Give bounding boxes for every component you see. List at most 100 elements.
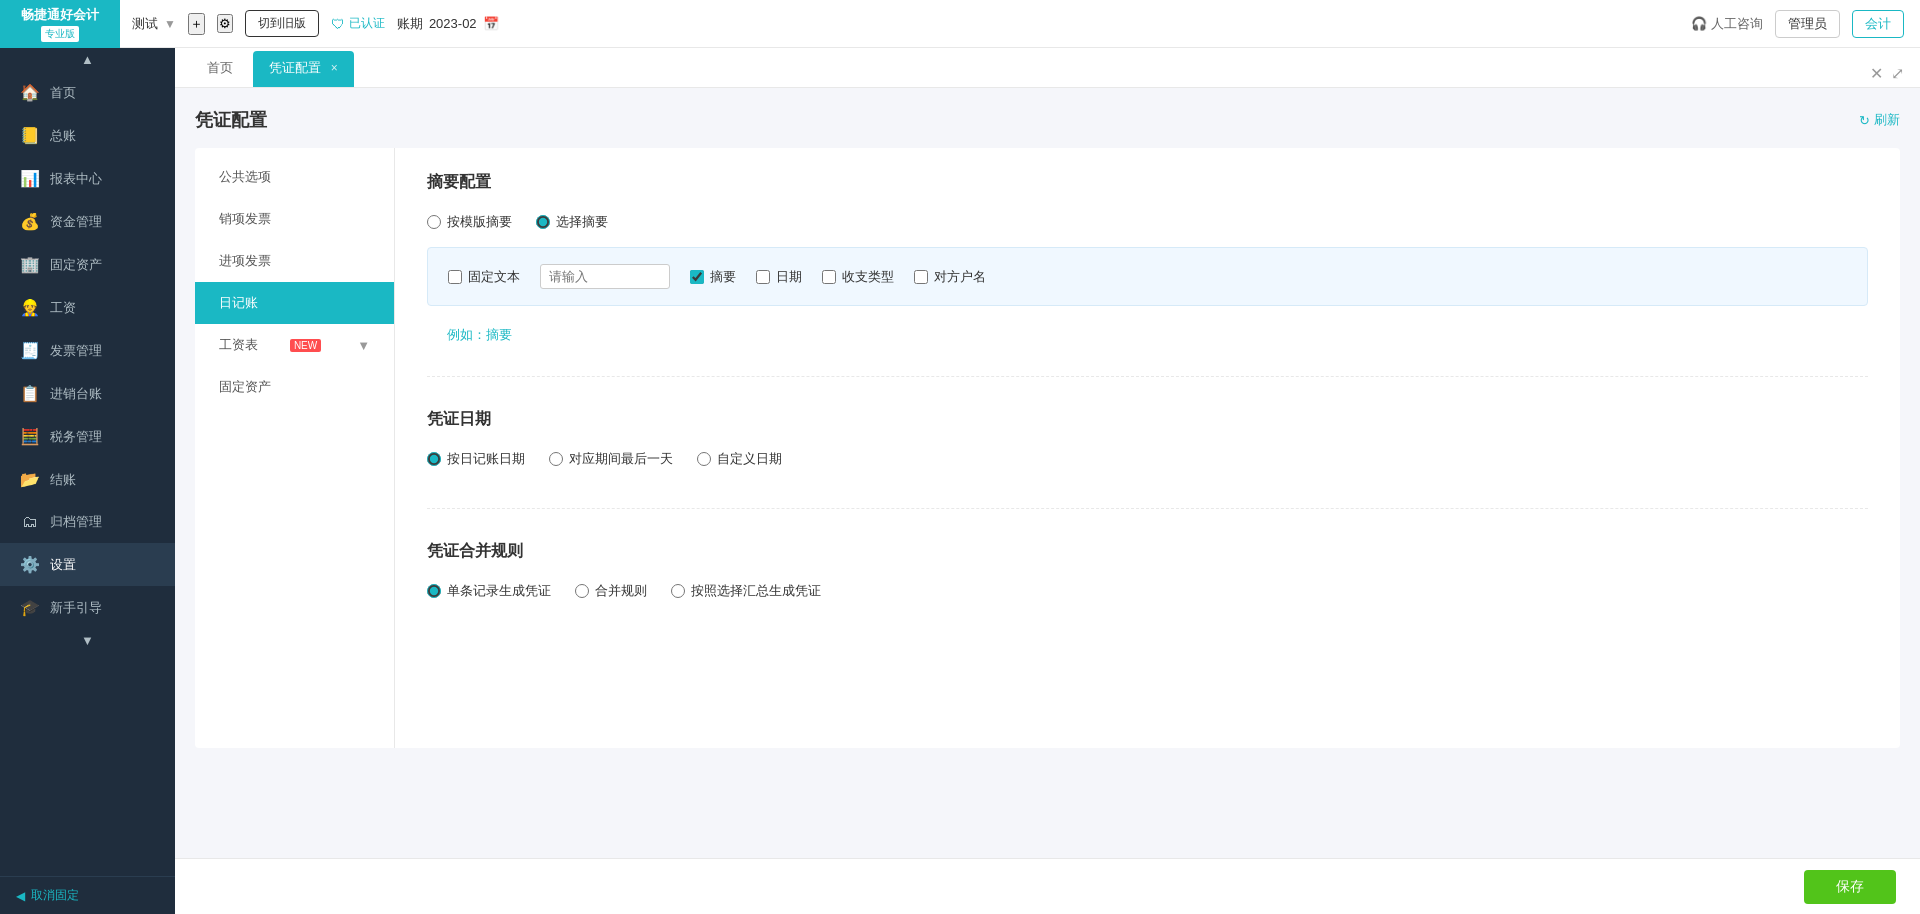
accountant-btn[interactable]: 会计 xyxy=(1852,10,1904,38)
tab-home[interactable]: 首页 xyxy=(191,51,249,87)
radio-single-voucher-input[interactable] xyxy=(427,584,441,598)
archive-icon: 🗂 xyxy=(20,513,40,531)
sidebar-item-archive[interactable]: 🗂 归档管理 xyxy=(0,501,175,543)
settings-sidebar-icon: ⚙️ xyxy=(20,555,40,574)
sidebar-label-home: 首页 xyxy=(50,84,76,102)
header-right: 🎧 人工咨询 管理员 会计 xyxy=(1691,10,1904,38)
sidebar-scroll-up[interactable]: ▲ xyxy=(0,48,175,71)
sidebar-item-home[interactable]: 🏠 首页 xyxy=(0,71,175,114)
sidebar-label-asset: 固定资产 xyxy=(50,256,102,274)
checkbox-summary[interactable]: 摘要 xyxy=(690,268,736,286)
sidebar-item-report[interactable]: 📊 报表中心 xyxy=(0,157,175,200)
radio-select-input[interactable] xyxy=(536,215,550,229)
switch-old-btn[interactable]: 切到旧版 xyxy=(245,10,319,37)
radio-period-last-label: 对应期间最后一天 xyxy=(569,450,673,468)
radio-by-select-merge-input[interactable] xyxy=(671,584,685,598)
radio-select-summary[interactable]: 选择摘要 xyxy=(536,213,608,231)
config-nav-payroll[interactable]: 工资表 NEW ▼ xyxy=(195,324,394,366)
sidebar-label-guide: 新手引导 xyxy=(50,599,102,617)
section-voucher-date-title: 凭证日期 xyxy=(427,409,1868,430)
sidebar-label-salary: 工资 xyxy=(50,299,76,317)
radio-custom-date-input[interactable] xyxy=(697,452,711,466)
summary-example: 例如：摘要 xyxy=(427,318,1868,352)
radio-by-select-merge[interactable]: 按照选择汇总生成凭证 xyxy=(671,582,821,600)
workspace-selector[interactable]: 测试 ▼ xyxy=(132,15,176,33)
sidebar-item-salary[interactable]: 👷 工资 xyxy=(0,286,175,329)
tab-voucher-config[interactable]: 凭证配置 × xyxy=(253,51,354,87)
checkbox-income-type[interactable]: 收支类型 xyxy=(822,268,894,286)
sidebar-item-closing[interactable]: 📂 结账 xyxy=(0,458,175,501)
tab-home-label: 首页 xyxy=(207,60,233,75)
radio-by-diary-input[interactable] xyxy=(427,452,441,466)
guide-icon: 🎓 xyxy=(20,598,40,617)
checkbox-counterpart-input[interactable] xyxy=(914,270,928,284)
settings-icon[interactable]: ⚙ xyxy=(217,14,233,33)
radio-template-input[interactable] xyxy=(427,215,441,229)
checkbox-date-input[interactable] xyxy=(756,270,770,284)
radio-merge-rule[interactable]: 合并规则 xyxy=(575,582,647,600)
asset-icon: 🏢 xyxy=(20,255,40,274)
checkbox-date[interactable]: 日期 xyxy=(756,268,802,286)
logo-title: 畅捷通好会计 xyxy=(21,6,99,24)
purchase-sales-icon: 📋 xyxy=(20,384,40,403)
tab-close-btn[interactable]: × xyxy=(331,61,338,75)
payroll-expand-icon[interactable]: ▼ xyxy=(357,338,370,353)
config-nav-fixed-asset[interactable]: 固定资产 xyxy=(195,366,394,408)
add-button[interactable]: ＋ xyxy=(188,13,205,35)
checkbox-summary-label: 摘要 xyxy=(710,268,736,286)
sidebar-item-ledger[interactable]: 📒 总账 xyxy=(0,114,175,157)
radio-template-summary[interactable]: 按模版摘要 xyxy=(427,213,512,231)
period-selector[interactable]: 账期 2023-02 📅 xyxy=(397,15,499,33)
radio-merge-rule-input[interactable] xyxy=(575,584,589,598)
sidebar-label-tax: 税务管理 xyxy=(50,428,102,446)
admin-btn[interactable]: 管理员 xyxy=(1775,10,1840,38)
refresh-btn[interactable]: ↻ 刷新 xyxy=(1859,111,1900,129)
sidebar-item-purchase-sales[interactable]: 📋 进销台账 xyxy=(0,372,175,415)
config-nav-diary[interactable]: 日记账 xyxy=(195,282,394,324)
radio-single-voucher-label: 单条记录生成凭证 xyxy=(447,582,551,600)
calendar-icon[interactable]: 📅 xyxy=(483,16,499,31)
config-nav-purchase-invoice[interactable]: 进项发票 xyxy=(195,240,394,282)
sidebar-item-tax[interactable]: 🧮 税务管理 xyxy=(0,415,175,458)
tab-expand-btn[interactable]: ⤢ xyxy=(1891,64,1904,83)
new-badge: NEW xyxy=(290,339,321,352)
sidebar-item-settings[interactable]: ⚙️ 设置 xyxy=(0,543,175,586)
tab-bar: 首页 凭证配置 × ✕ ⤢ xyxy=(175,48,1920,88)
voucher-date-radio-group: 按日记账日期 对应期间最后一天 自定义日期 xyxy=(427,450,1868,468)
period-label: 账期 xyxy=(397,15,423,33)
config-nav-public-label: 公共选项 xyxy=(219,169,271,184)
config-nav-public[interactable]: 公共选项 xyxy=(195,156,394,198)
consult-btn[interactable]: 🎧 人工咨询 xyxy=(1691,15,1763,33)
checkbox-summary-input[interactable] xyxy=(690,270,704,284)
sidebar-item-guide[interactable]: 🎓 新手引导 xyxy=(0,586,175,629)
headset-icon: 🎧 xyxy=(1691,16,1707,31)
radio-period-last[interactable]: 对应期间最后一天 xyxy=(549,450,673,468)
certified-badge: 已认证 xyxy=(331,15,385,32)
checkbox-fixed-text[interactable]: 固定文本 xyxy=(448,268,520,286)
radio-single-voucher[interactable]: 单条记录生成凭证 xyxy=(427,582,551,600)
fixed-text-input[interactable] xyxy=(540,264,670,289)
invoice-icon: 🧾 xyxy=(20,341,40,360)
save-btn[interactable]: 保存 xyxy=(1804,870,1896,904)
checkbox-fixed-text-input[interactable] xyxy=(448,270,462,284)
workspace-dropdown-icon[interactable]: ▼ xyxy=(164,17,176,31)
sidebar-unpin-btn[interactable]: ◀ 取消固定 xyxy=(0,876,175,914)
tab-close-all-btn[interactable]: ✕ xyxy=(1870,64,1883,83)
section-merge-rule: 凭证合并规则 单条记录生成凭证 合并规则 xyxy=(427,541,1868,640)
sidebar-scroll-down[interactable]: ▼ xyxy=(0,629,175,652)
config-nav-sales-invoice[interactable]: 销项发票 xyxy=(195,198,394,240)
checkbox-income-type-input[interactable] xyxy=(822,270,836,284)
radio-by-diary[interactable]: 按日记账日期 xyxy=(427,450,525,468)
sidebar-item-fund[interactable]: 💰 资金管理 xyxy=(0,200,175,243)
radio-custom-date[interactable]: 自定义日期 xyxy=(697,450,782,468)
example-value: 摘要 xyxy=(486,327,512,342)
consult-label: 人工咨询 xyxy=(1711,15,1763,33)
sidebar-label-archive: 归档管理 xyxy=(50,513,102,531)
checkbox-counterpart[interactable]: 对方户名 xyxy=(914,268,986,286)
radio-period-last-input[interactable] xyxy=(549,452,563,466)
sidebar-item-invoice[interactable]: 🧾 发票管理 xyxy=(0,329,175,372)
unpin-icon: ◀ xyxy=(16,889,25,903)
sidebar-item-asset[interactable]: 🏢 固定资产 xyxy=(0,243,175,286)
tab-active-label: 凭证配置 xyxy=(269,60,321,75)
closing-icon: 📂 xyxy=(20,470,40,489)
